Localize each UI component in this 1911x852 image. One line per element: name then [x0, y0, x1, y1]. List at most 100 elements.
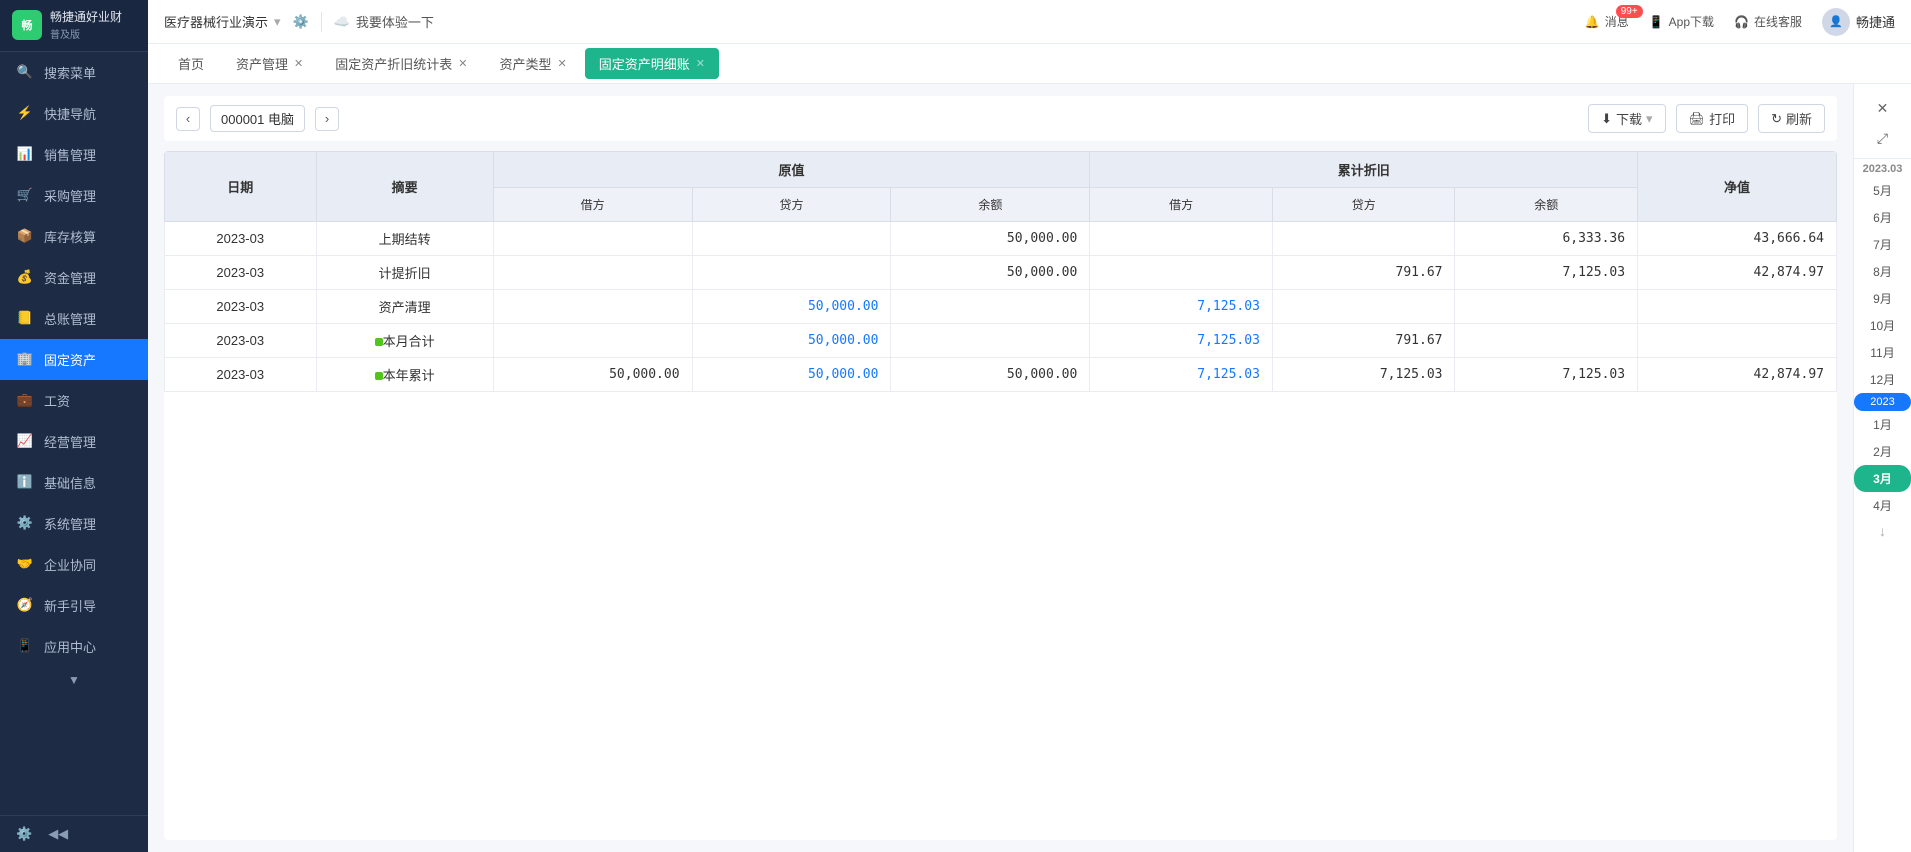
sidebar-item-inventory[interactable]: 📦 库存核算 [0, 216, 148, 257]
col-lejizheju: 累计折旧 [1090, 152, 1638, 188]
timeline-month-7[interactable]: 7月 [1854, 231, 1911, 258]
cell-yuanzhi-debit [493, 256, 692, 290]
print-label: 打印 [1709, 109, 1735, 128]
chevron-left-icon: ‹ [186, 111, 190, 126]
company-selector[interactable]: 医疗器械行业演示 ▾ [164, 12, 281, 31]
sidebar-item-sales[interactable]: 📊 销售管理 [0, 134, 148, 175]
timeline-down-icon[interactable]: ↓ [1879, 519, 1886, 543]
cell-date: 2023-03 [165, 358, 317, 392]
sub-col-credit-1: 贷方 [692, 188, 891, 222]
sidebar-item-operations[interactable]: 📈 经营管理 [0, 421, 148, 462]
asset-prev-btn[interactable]: ‹ [176, 107, 200, 131]
logo-subtitle: 普及版 [50, 26, 122, 41]
timeline-month-9[interactable]: 9月 [1854, 285, 1911, 312]
app-download-label: App下载 [1669, 13, 1714, 30]
cell-yuanzhi-debit [493, 290, 692, 324]
tab-close-icon[interactable]: ✕ [696, 57, 705, 70]
cell-yuanzhi-credit: 50,000.00 [692, 324, 891, 358]
sidebar-item-ledger[interactable]: 📒 总账管理 [0, 298, 148, 339]
print-btn[interactable]: 🖨 打印 [1676, 104, 1749, 133]
timeline-month-10[interactable]: 10月 [1854, 312, 1911, 339]
tab-close-icon[interactable]: ✕ [558, 57, 567, 70]
col-date: 日期 [165, 152, 317, 222]
sidebar-item-search[interactable]: 🔍 搜索菜单 [0, 52, 148, 93]
chevron-down-icon: ▾ [1646, 111, 1653, 127]
cell-leji-balance: 7,125.03 [1455, 358, 1638, 392]
bell-icon: 🔔 [1585, 15, 1600, 29]
content-area: ‹ 000001 电脑 › ⬇ 下载 ▾ 🖨 打印 [148, 84, 1911, 852]
tab-asset-management-label: 资产管理 [236, 54, 288, 73]
cell-summary: 上期结转 [316, 222, 493, 256]
sidebar-scroll-down[interactable]: ▼ [0, 667, 148, 693]
tab-close-icon[interactable]: ✕ [458, 57, 467, 70]
sidebar-item-basic-info[interactable]: ℹ️ 基础信息 [0, 462, 148, 503]
tab-asset-management[interactable]: 资产管理 ✕ [222, 48, 317, 79]
notifications-btn[interactable]: 🔔 消息 99+ [1585, 13, 1629, 30]
tab-depreciation-table[interactable]: 固定资产折旧统计表 ✕ [321, 48, 481, 79]
timeline-month-2[interactable]: 2月 [1854, 438, 1911, 465]
cell-leji-balance: 6,333.36 [1455, 222, 1638, 256]
cell-leji-debit: 7,125.03 [1090, 324, 1273, 358]
cell-yuanzhi-balance: 50,000.00 [891, 358, 1090, 392]
asset-next-btn[interactable]: › [315, 107, 339, 131]
timeline-header-date: 2023.03 [1863, 159, 1903, 177]
tab-home[interactable]: 首页 [164, 48, 218, 79]
logo-icon: 畅 [12, 10, 42, 40]
money-icon: 💰 [16, 268, 34, 286]
print-icon: 🖨 [1689, 111, 1706, 127]
timeline-month-8[interactable]: 8月 [1854, 258, 1911, 285]
content-main: ‹ 000001 电脑 › ⬇ 下载 ▾ 🖨 打印 [148, 84, 1853, 852]
trend-icon: 📈 [16, 432, 34, 450]
user-name: 畅捷通 [1856, 12, 1895, 31]
timeline-month-3-active[interactable]: 3月 [1854, 465, 1911, 492]
app-download-btn[interactable]: 📱 App下载 [1649, 13, 1714, 30]
download-btn[interactable]: ⬇ 下载 ▾ [1588, 104, 1665, 133]
sidebar-item-app-center[interactable]: 📱 应用中心 [0, 626, 148, 667]
sidebar-logo: 畅 畅捷通好业财 普及版 [0, 0, 148, 52]
tab-asset-detail[interactable]: 固定资产明细账 ✕ [585, 48, 719, 79]
collapse-icon[interactable]: ◀◀ [48, 826, 68, 842]
sidebar-item-purchase[interactable]: 🛒 采购管理 [0, 175, 148, 216]
tab-asset-type[interactable]: 资产类型 ✕ [485, 48, 580, 79]
timeline-month-12[interactable]: 12月 [1854, 366, 1911, 393]
cell-leji-credit [1272, 222, 1455, 256]
sidebar-item-funds[interactable]: 💰 资金管理 [0, 257, 148, 298]
sidebar-item-enterprise[interactable]: 🤝 企业协同 [0, 544, 148, 585]
timeline-expand-btn[interactable]: ⤢ [1869, 124, 1897, 152]
sidebar-item-system[interactable]: ⚙️ 系统管理 [0, 503, 148, 544]
green-dot-icon [375, 338, 383, 346]
topbar-divider [321, 12, 322, 32]
headset-icon: 🎧 [1734, 15, 1749, 29]
timeline-month-4[interactable]: 4月 [1854, 492, 1911, 519]
sidebar-item-payroll[interactable]: 💼 工资 [0, 380, 148, 421]
sidebar-item-quick-nav[interactable]: ⚡ 快捷导航 [0, 93, 148, 134]
cell-yuanzhi-debit: 50,000.00 [493, 358, 692, 392]
tab-close-icon[interactable]: ✕ [294, 57, 303, 70]
timeline-month-5[interactable]: 5月 [1854, 177, 1911, 204]
timeline-month-11[interactable]: 11月 [1854, 339, 1911, 366]
gear-settings-icon[interactable]: ⚙️ [293, 14, 309, 30]
sidebar-item-guide[interactable]: 🧭 新手引导 [0, 585, 148, 626]
asset-nav-bar: ‹ 000001 电脑 › ⬇ 下载 ▾ 🖨 打印 [164, 96, 1837, 141]
customer-service-btn[interactable]: 🎧 在线客服 [1734, 13, 1802, 30]
user-area[interactable]: 👤 畅捷通 [1822, 8, 1895, 36]
sidebar-item-fixed-assets[interactable]: 🏢 固定资产 [0, 339, 148, 380]
cell-summary: 本年累计 [316, 358, 493, 392]
table-row: 2023-03 本年累计 50,000.00 50,000.00 50,000.… [165, 358, 1837, 392]
topbar-right: 🔔 消息 99+ 📱 App下载 🎧 在线客服 👤 畅捷通 [1585, 8, 1895, 36]
cell-yuanzhi-balance [891, 324, 1090, 358]
timeline-close-btn[interactable]: ✕ [1869, 94, 1897, 122]
col-netvalue: 净值 [1638, 152, 1837, 222]
table-row: 2023-03 资产清理 50,000.00 7,125.03 [165, 290, 1837, 324]
timeline-month-6[interactable]: 6月 [1854, 204, 1911, 231]
experience-btn[interactable]: ☁️ 我要体验一下 [334, 12, 434, 31]
cart-icon: 🛒 [16, 186, 34, 204]
cell-summary: 本月合计 [316, 324, 493, 358]
info-icon: ℹ️ [16, 473, 34, 491]
refresh-btn[interactable]: ↻ 刷新 [1758, 104, 1825, 133]
briefcase-icon: 💼 [16, 391, 34, 409]
cell-leji-credit: 7,125.03 [1272, 358, 1455, 392]
timeline-month-1[interactable]: 1月 [1854, 411, 1911, 438]
settings-icon[interactable]: ⚙️ [16, 826, 32, 842]
sub-col-balance-1: 余额 [891, 188, 1090, 222]
